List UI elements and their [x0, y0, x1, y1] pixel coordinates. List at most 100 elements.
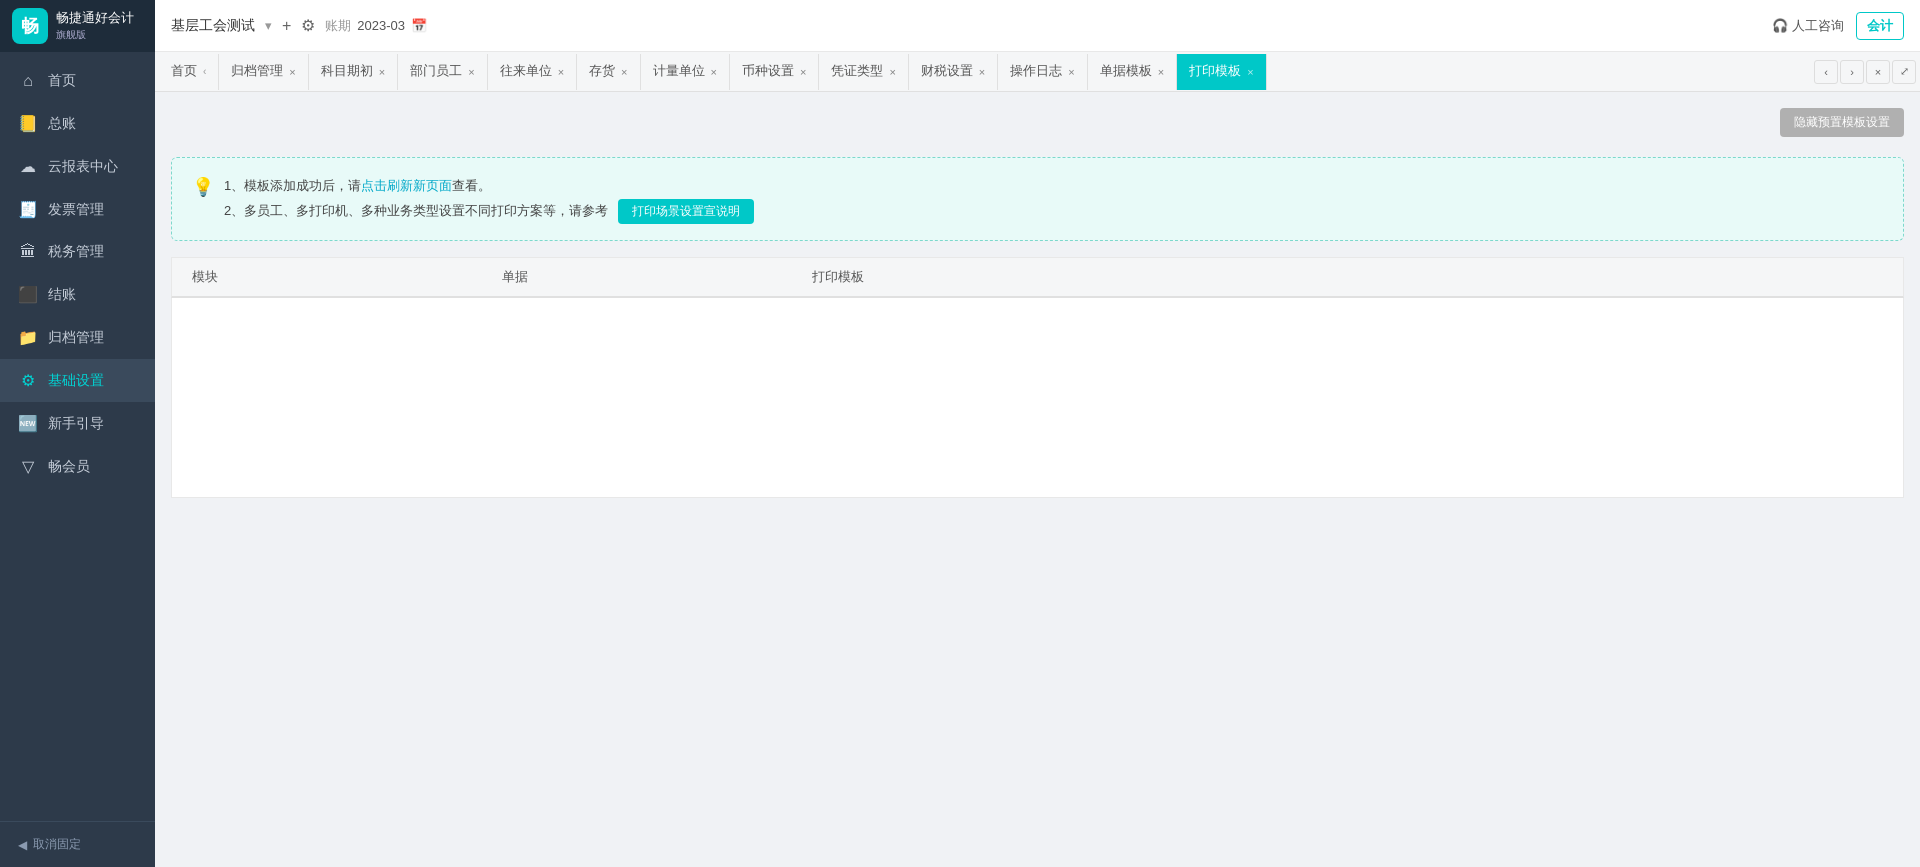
tab-close-voucher_type[interactable]: × [889, 66, 895, 78]
notice-line1-suffix: 查看。 [452, 178, 491, 193]
tab-label-single_form: 单据模板 [1100, 63, 1152, 80]
period-selector: 账期 2023-03 📅 [325, 17, 427, 35]
tab-label-units: 计量单位 [653, 63, 705, 80]
tabbar-nav-buttons: ‹ › × ⤢ [1814, 60, 1916, 84]
tab-departments[interactable]: 部门员工 × [398, 54, 487, 90]
cancel-pin-icon: ◀ [18, 838, 27, 852]
tab-close-partners[interactable]: × [558, 66, 564, 78]
tab-close-subjects[interactable]: × [379, 66, 385, 78]
company-dropdown-icon[interactable]: ▾ [265, 18, 272, 33]
tab-close-currency[interactable]: × [800, 66, 806, 78]
notice-refresh-link[interactable]: 点击刷新新页面 [361, 178, 452, 193]
notice-line2: 2、多员工、多打印机、多种业务类型设置不同打印方案等，请参考 打印场景设置宣说明 [224, 199, 754, 224]
sidebar-item-home[interactable]: ⌂ 首页 [0, 60, 155, 102]
period-label: 账期 [325, 17, 351, 35]
nav-icon-member: ▽ [18, 457, 38, 476]
tab-close-print_template[interactable]: × [1247, 66, 1253, 78]
nav-label-member: 畅会员 [48, 458, 90, 476]
content-area: 隐藏预置模板设置 💡 1、模板添加成功后，请点击刷新新页面查看。 2、多员工、多… [155, 92, 1920, 867]
tab-prev-button[interactable]: ‹ [1814, 60, 1838, 84]
tab-maximize-button[interactable]: ⤢ [1892, 60, 1916, 84]
sidebar-item-settings[interactable]: ⚙ 基础设置 [0, 359, 155, 402]
nav-label-settings: 基础设置 [48, 372, 104, 390]
tab-close-inventory[interactable]: × [621, 66, 627, 78]
tab-home-chevron-icon[interactable]: ‹ [203, 66, 206, 77]
nav-icon-archive: 📁 [18, 328, 38, 347]
tab-subjects[interactable]: 科目期初× [309, 54, 398, 90]
tab-label-voucher_type: 凭证类型 [831, 63, 883, 80]
nav-icon-settings: ⚙ [18, 371, 38, 390]
company-name: 基层工会测试 [171, 17, 255, 35]
template-table: 模块 单据 打印模板 [171, 257, 1904, 498]
sidebar-item-closing[interactable]: ⬛ 结账 [0, 273, 155, 316]
calendar-icon[interactable]: 📅 [411, 18, 427, 33]
sidebar: 畅 畅捷通好会计 旗舰版 ⌂ 首页 📒 总账 ☁ 云报表中心 🧾 发票管理 🏛 … [0, 0, 155, 867]
tab-label-partners: 往来单位 [500, 63, 552, 80]
tab-op_log[interactable]: 操作日志× [998, 54, 1087, 90]
notice-line2-prefix: 2、多员工、多打印机、多种业务类型设置不同打印方案等，请参考 [224, 203, 608, 218]
tab-close-single_form[interactable]: × [1158, 66, 1164, 78]
nav-label-ledger: 总账 [48, 115, 76, 133]
nav-icon-closing: ⬛ [18, 285, 38, 304]
tab-close-tax_settings[interactable]: × [979, 66, 985, 78]
sidebar-nav: ⌂ 首页 📒 总账 ☁ 云报表中心 🧾 发票管理 🏛 税务管理 ⬛ 结账 📁 归… [0, 52, 155, 821]
tab-label-departments: 部门员工 [410, 63, 462, 80]
topbar-right: 🎧 人工咨询 会计 [1772, 12, 1904, 40]
nav-label-guide: 新手引导 [48, 415, 104, 433]
sidebar-item-member[interactable]: ▽ 畅会员 [0, 445, 155, 488]
tab-units[interactable]: 计量单位 × [641, 54, 730, 90]
tab-home[interactable]: 首页‹ [159, 54, 219, 90]
notice-bulb-icon: 💡 [192, 176, 214, 198]
table-body [171, 298, 1904, 498]
tab-single_form[interactable]: 单据模板 × [1088, 54, 1177, 90]
notice-box: 💡 1、模板添加成功后，请点击刷新新页面查看。 2、多员工、多打印机、多种业务类… [171, 157, 1904, 241]
settings-gear-icon[interactable]: ⚙ [301, 16, 315, 35]
tab-inventory[interactable]: 存货× [577, 54, 640, 90]
notice-line1: 1、模板添加成功后，请点击刷新新页面查看。 [224, 174, 754, 199]
add-company-button[interactable]: + [282, 17, 291, 35]
sidebar-item-ledger[interactable]: 📒 总账 [0, 102, 155, 145]
logo-name: 畅捷通好会计 [56, 10, 134, 27]
table-header: 模块 单据 打印模板 [171, 257, 1904, 298]
nav-label-tax: 税务管理 [48, 243, 104, 261]
hide-template-button[interactable]: 隐藏预置模板设置 [1780, 108, 1904, 137]
tab-partners[interactable]: 往来单位 × [488, 54, 577, 90]
tab-close-op_log[interactable]: × [1068, 66, 1074, 78]
tab-label-currency: 币种设置 [742, 63, 794, 80]
cancel-pin-label: 取消固定 [33, 836, 81, 853]
sidebar-item-tax[interactable]: 🏛 税务管理 [0, 231, 155, 273]
tab-close-current-button[interactable]: × [1866, 60, 1890, 84]
logo-icon: 畅 [12, 8, 48, 44]
nav-label-invoice: 发票管理 [48, 201, 104, 219]
service-label: 人工咨询 [1792, 17, 1844, 35]
print-scene-button[interactable]: 打印场景设置宣说明 [618, 199, 754, 224]
tab-next-button[interactable]: › [1840, 60, 1864, 84]
sidebar-item-invoice[interactable]: 🧾 发票管理 [0, 188, 155, 231]
logo: 畅 畅捷通好会计 旗舰版 [0, 0, 155, 52]
cancel-pin-button[interactable]: ◀ 取消固定 [0, 821, 155, 867]
logo-badge: 旗舰版 [56, 28, 134, 42]
tab-close-units[interactable]: × [711, 66, 717, 78]
tab-currency[interactable]: 币种设置 × [730, 54, 819, 90]
tab-print_template[interactable]: 打印模板 × [1177, 54, 1266, 90]
sidebar-item-reports[interactable]: ☁ 云报表中心 [0, 145, 155, 188]
account-button[interactable]: 会计 [1856, 12, 1904, 40]
nav-label-home: 首页 [48, 72, 76, 90]
nav-icon-guide: 🆕 [18, 414, 38, 433]
tab-close-departments[interactable]: × [468, 66, 474, 78]
sidebar-item-archive[interactable]: 📁 归档管理 [0, 316, 155, 359]
period-value[interactable]: 2023-03 [357, 18, 405, 33]
tab-tax_settings[interactable]: 财税设置× [909, 54, 998, 90]
nav-icon-reports: ☁ [18, 157, 38, 176]
tab-voucher_type[interactable]: 凭证类型 × [819, 54, 908, 90]
nav-icon-ledger: 📒 [18, 114, 38, 133]
sidebar-item-guide[interactable]: 🆕 新手引导 [0, 402, 155, 445]
service-button[interactable]: 🎧 人工咨询 [1772, 17, 1844, 35]
nav-label-reports: 云报表中心 [48, 158, 118, 176]
tab-archive[interactable]: 归档管理× [219, 54, 308, 90]
notice-content: 1、模板添加成功后，请点击刷新新页面查看。 2、多员工、多打印机、多种业务类型设… [224, 174, 754, 224]
nav-icon-tax: 🏛 [18, 243, 38, 261]
col-template: 打印模板 [792, 268, 1903, 286]
tab-close-archive[interactable]: × [289, 66, 295, 78]
tab-label-print_template: 打印模板 [1189, 63, 1241, 80]
